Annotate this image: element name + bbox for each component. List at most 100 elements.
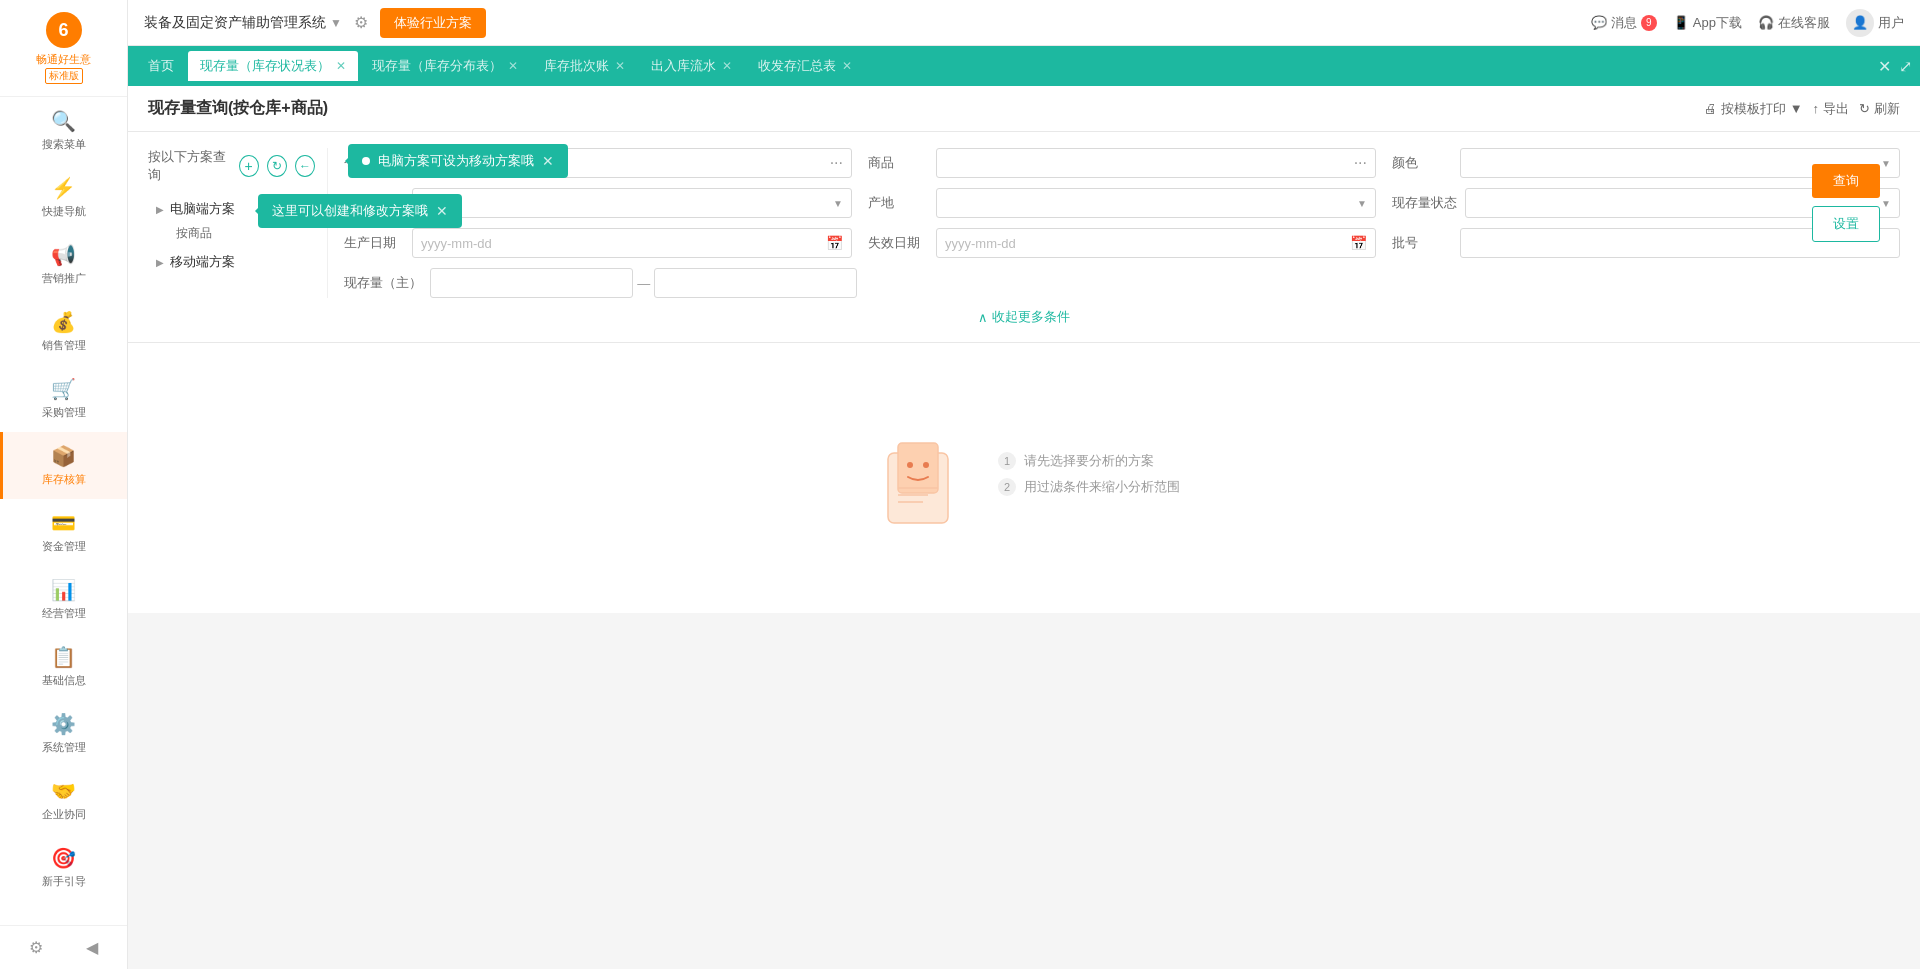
tab-collect[interactable]: 收发存汇总表 ✕ — [746, 51, 864, 81]
sidebar-label-enterprise: 企业协同 — [42, 807, 86, 822]
tree-mobile-arrow: ▶ — [156, 257, 164, 268]
sidebar-item-finance[interactable]: 💳 资金管理 — [0, 499, 127, 566]
action-buttons: 查询 设置 — [1812, 164, 1880, 242]
origin-select[interactable]: ▼ — [936, 188, 1376, 218]
sidebar-item-guide[interactable]: 🎯 新手引导 — [0, 834, 127, 901]
connector-dot — [374, 165, 384, 175]
goods-input[interactable]: ··· — [936, 148, 1376, 178]
export-button[interactable]: ↑ 导出 — [1813, 100, 1850, 118]
page-content: 现存量查询(按仓库+商品) 🖨 按模板打印 ▼ ↑ 导出 ↻ 刷新 — [128, 86, 1920, 969]
sidebar-item-marketing[interactable]: 📢 营销推广 — [0, 231, 127, 298]
svg-rect-1 — [898, 443, 938, 493]
operations-icon: 📊 — [51, 578, 76, 602]
stock-qty-label: 现存量（主） — [344, 274, 422, 292]
stock-qty-max-input[interactable] — [654, 268, 857, 298]
sales-icon: 💰 — [51, 310, 76, 334]
collapse-label: 收起更多条件 — [992, 308, 1070, 326]
expire-date-label: 失效日期 — [868, 234, 928, 252]
sidebar-item-sales[interactable]: 💰 销售管理 — [0, 298, 127, 365]
tab-expand-btn[interactable]: ⤢ — [1899, 57, 1912, 76]
sidebar-item-enterprise[interactable]: 🤝 企业协同 — [0, 767, 127, 834]
message-action[interactable]: 💬 消息 9 — [1591, 14, 1657, 32]
tab-batch-close[interactable]: ✕ — [615, 59, 625, 73]
tooltip-edit: 这里可以创建和修改方案哦 ✕ — [258, 194, 462, 228]
tab-home[interactable]: 首页 — [136, 51, 186, 81]
tab-stock-dist-close[interactable]: ✕ — [508, 59, 518, 73]
filter-back-button[interactable]: ← — [295, 155, 315, 177]
filter-section: 电脑方案可设为移动方案哦 ✕ 这里可以创建和修改方案哦 ✕ 按以下方案查询 + — [128, 132, 1920, 343]
stock-status-select-arrow: ▼ — [1881, 198, 1891, 209]
sidebar-collapse-btn[interactable]: ◀ — [86, 938, 98, 957]
sidebar-label-marketing: 营销推广 — [42, 271, 86, 286]
print-icon: 🖨 — [1704, 101, 1717, 116]
origin-label: 产地 — [868, 194, 928, 212]
sidebar-label-finance: 资金管理 — [42, 539, 86, 554]
stock-qty-min-input[interactable] — [430, 268, 633, 298]
print-arrow-icon: ▼ — [1790, 101, 1803, 116]
tab-stock-status-close[interactable]: ✕ — [336, 59, 346, 73]
export-icon: ↑ — [1813, 101, 1820, 116]
sidebar-item-nav[interactable]: ⚡ 快捷导航 — [0, 164, 127, 231]
refresh-button[interactable]: ↻ 刷新 — [1859, 100, 1900, 118]
sidebar-item-search[interactable]: 🔍 搜索菜单 — [0, 97, 127, 164]
expire-date-input[interactable]: yyyy-mm-dd 📅 — [936, 228, 1376, 258]
tab-inout-close[interactable]: ✕ — [722, 59, 732, 73]
expire-date-calendar-icon: 📅 — [1350, 235, 1367, 251]
logo-icon: 6 — [46, 12, 82, 48]
online-support-action[interactable]: 🎧 在线客服 — [1758, 14, 1830, 32]
sidebar-label-purchase: 采购管理 — [42, 405, 86, 420]
app-logo[interactable]: 6 畅通好生意 标准版 — [0, 0, 127, 97]
filter-row-4: 现存量（主） — — [344, 268, 1900, 298]
goods-ellipsis-icon: ··· — [1354, 154, 1367, 172]
size-select[interactable]: ▼ — [412, 188, 852, 218]
user-action[interactable]: 👤 用户 — [1846, 9, 1904, 37]
system-name: 装备及固定资产辅助管理系统 — [144, 14, 326, 32]
tooltip-edit-close[interactable]: ✕ — [436, 203, 448, 219]
sidebar-item-basicinfo[interactable]: 📋 基础信息 — [0, 633, 127, 700]
tab-stock-dist[interactable]: 现存量（库存分布表） ✕ — [360, 51, 530, 81]
filter-field-produce-date: 生产日期 yyyy-mm-dd 📅 — [344, 228, 852, 258]
trial-button[interactable]: 体验行业方案 — [380, 8, 486, 38]
settings-button[interactable]: 设置 — [1812, 206, 1880, 242]
tab-close-all-btn[interactable]: ✕ — [1878, 57, 1891, 76]
system-selector[interactable]: 装备及固定资产辅助管理系统 ▼ — [144, 14, 342, 32]
sidebar-item-purchase[interactable]: 🛒 采购管理 — [0, 365, 127, 432]
step-2-num: 2 — [998, 478, 1016, 496]
tab-batch[interactable]: 库存批次账 ✕ — [532, 51, 637, 81]
tooltip-dot — [362, 157, 370, 165]
sidebar-label-guide: 新手引导 — [42, 874, 86, 889]
print-button[interactable]: 🖨 按模板打印 ▼ — [1704, 100, 1803, 118]
step-2-text: 用过滤条件来缩小分析范围 — [1024, 478, 1180, 496]
filter-row-3: 生产日期 yyyy-mm-dd 📅 失效日期 yyyy-mm — [344, 228, 1900, 258]
tab-stock-status-label: 现存量（库存状况表） — [200, 57, 330, 75]
sidebar-settings-btn[interactable]: ⚙ — [29, 938, 43, 957]
flash-icon: ⚡ — [51, 176, 76, 200]
tree-mobile[interactable]: ▶ 移动端方案 — [156, 249, 315, 275]
header-right: 💬 消息 9 📱 App下载 🎧 在线客服 👤 用户 — [1591, 9, 1904, 37]
sidebar-item-system[interactable]: ⚙️ 系统管理 — [0, 700, 127, 767]
filter-row-1: 仓库 ··· 商品 — [344, 148, 1900, 178]
filter-field-origin: 产地 ▼ — [868, 188, 1376, 218]
sidebar-label-sales: 销售管理 — [42, 338, 86, 353]
header-settings-icon[interactable]: ⚙ — [354, 13, 368, 32]
tab-stock-status[interactable]: 现存量（库存状况表） ✕ — [188, 51, 358, 81]
tooltip-scheme-close[interactable]: ✕ — [542, 153, 554, 169]
empty-state: 1 请先选择要分析的方案 2 用过滤条件来缩小分析范围 — [128, 343, 1920, 613]
sidebar-item-inventory[interactable]: 📦 库存核算 — [0, 432, 127, 499]
filter-refresh-button[interactable]: ↻ — [267, 155, 287, 177]
query-button[interactable]: 查询 — [1812, 164, 1880, 198]
tab-inout[interactable]: 出入库流水 ✕ — [639, 51, 744, 81]
page-title: 现存量查询(按仓库+商品) — [148, 98, 328, 119]
purchase-icon: 🛒 — [51, 377, 76, 401]
tab-inout-label: 出入库流水 — [651, 57, 716, 75]
filter-add-button[interactable]: + — [239, 155, 259, 177]
produce-date-input[interactable]: yyyy-mm-dd 📅 — [412, 228, 852, 258]
search-icon: 🔍 — [51, 109, 76, 133]
tree-child-goods-label: 按商品 — [176, 225, 212, 242]
color-select-arrow: ▼ — [1881, 158, 1891, 169]
sidebar-item-operations[interactable]: 📊 经营管理 — [0, 566, 127, 633]
tab-collect-close[interactable]: ✕ — [842, 59, 852, 73]
warehouse-ellipsis-icon: ··· — [830, 154, 843, 172]
app-download-action[interactable]: 📱 App下载 — [1673, 14, 1742, 32]
collapse-button[interactable]: ∧ 收起更多条件 — [978, 308, 1070, 326]
